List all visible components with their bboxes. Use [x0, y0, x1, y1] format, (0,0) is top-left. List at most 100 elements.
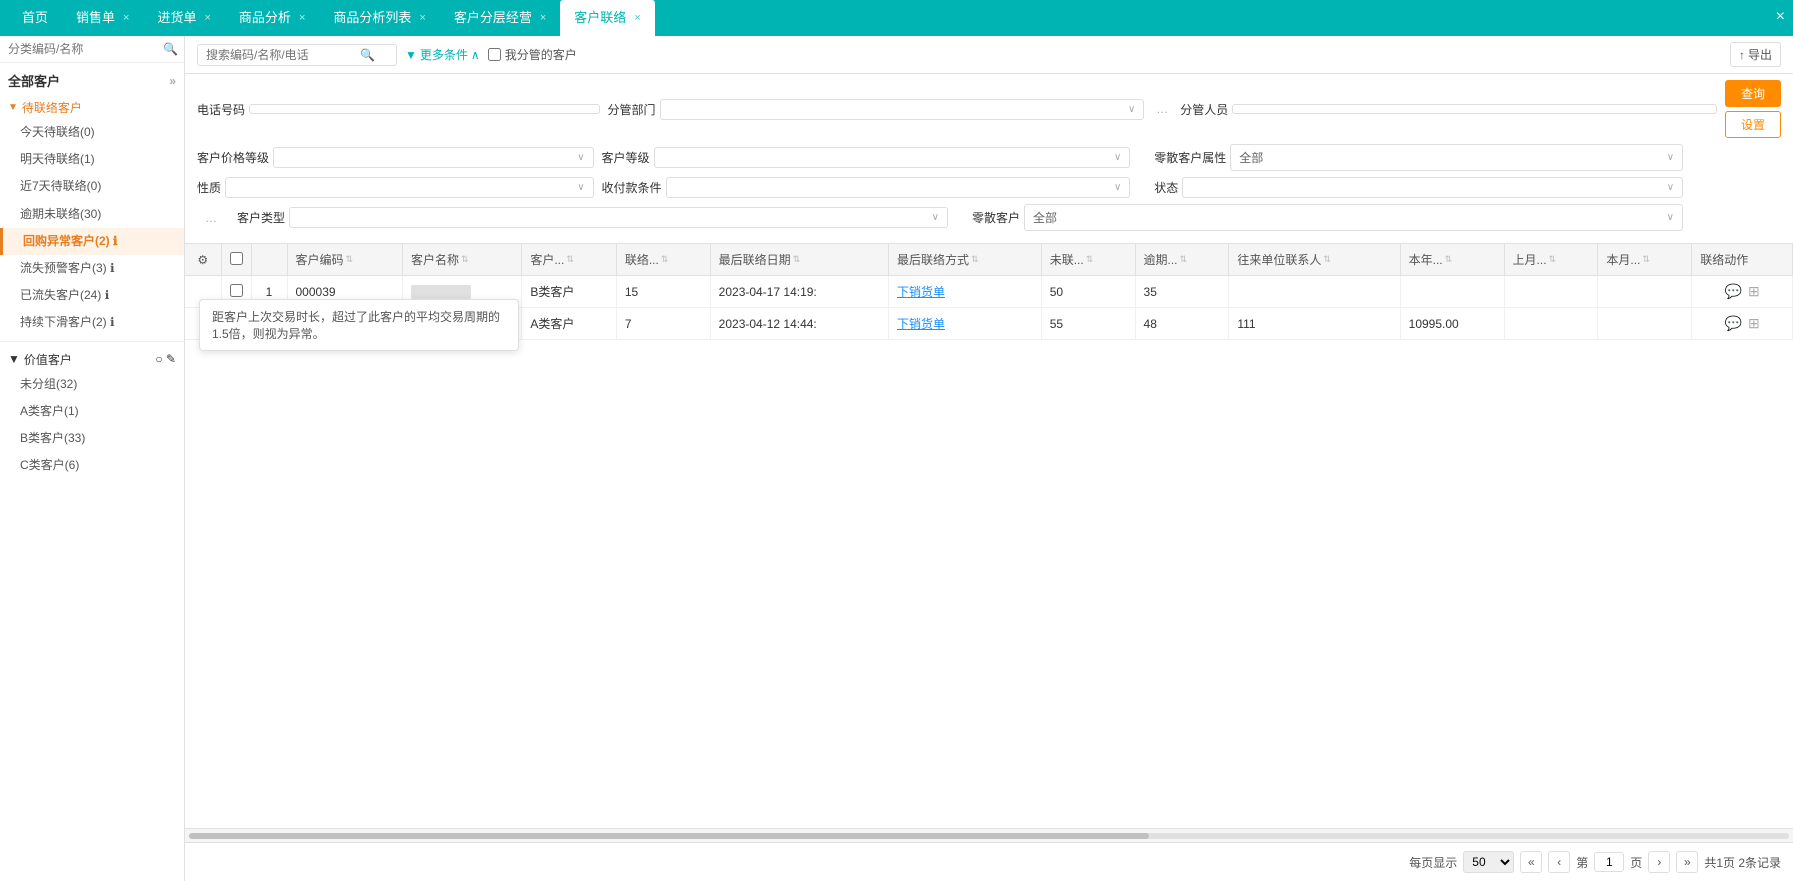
- search-input[interactable]: [206, 48, 356, 62]
- all-customers-label: 全部客户: [8, 71, 60, 90]
- row2-grid-icon[interactable]: ⊞: [1748, 315, 1760, 332]
- payment-dropdown[interactable]: ∨: [666, 177, 1131, 198]
- more-conditions-button[interactable]: ▼ 更多条件 ∧: [405, 46, 480, 63]
- my-customers-checkbox[interactable]: [488, 48, 501, 61]
- sidebar-all-customers-header: 全部客户 »: [0, 63, 184, 94]
- price-grade-label: 客户价格等级: [197, 149, 269, 166]
- sidebar-item-a-class[interactable]: A类客户(1): [0, 398, 184, 425]
- horizontal-scrollbar[interactable]: [185, 828, 1793, 842]
- sidebar-item-declining[interactable]: 持续下滑客户(2) ℹ: [0, 309, 184, 336]
- row2-chat-icon[interactable]: 💬: [1725, 315, 1742, 332]
- col-customer-name: 客户名称 ⇅: [403, 244, 522, 276]
- nav-purchase[interactable]: 进货单 ×: [143, 0, 224, 36]
- manager-dropdown[interactable]: [1232, 104, 1717, 114]
- last-page-button[interactable]: »: [1676, 851, 1698, 873]
- value-group-edit-icon[interactable]: ✎: [166, 352, 176, 366]
- sidebar-item-today[interactable]: 今天待联络(0): [0, 119, 184, 146]
- nav-home[interactable]: 首页: [8, 0, 62, 36]
- value-group-circle-icon[interactable]: ○: [155, 352, 162, 366]
- retail-attr-dropdown[interactable]: 全部 ∨: [1230, 144, 1683, 171]
- status-dropdown[interactable]: ∨: [1182, 177, 1683, 198]
- pagination-bar: 每页显示 50 20 100 « ‹ 第 页 › » 共1页 2条记录: [185, 842, 1793, 881]
- nav-product-list-close[interactable]: ×: [419, 0, 425, 36]
- nav-customer-contact[interactable]: 客户联络 ×: [560, 0, 654, 36]
- sidebar-search-icon[interactable]: 🔍: [163, 42, 178, 56]
- row1-this-year: [1400, 276, 1504, 308]
- total-label: 共1页 2条记录: [1704, 854, 1781, 871]
- nav-sales-close[interactable]: ×: [123, 0, 129, 36]
- export-button[interactable]: ↑ 导出: [1730, 42, 1781, 67]
- lost-info-icon[interactable]: ℹ: [105, 288, 110, 302]
- phone-input[interactable]: [249, 104, 600, 114]
- price-grade-dropdown[interactable]: ∨: [273, 147, 594, 168]
- filter-row-3: 性质 ∨ 收付款条件 ∨ 状态 ∨: [197, 177, 1781, 198]
- setting-button[interactable]: 设置: [1725, 111, 1781, 138]
- customer-type-dropdown[interactable]: ∨: [289, 207, 948, 228]
- row1-contact-method-link[interactable]: 下销货单: [897, 285, 945, 299]
- sidebar-value-group[interactable]: ▼ 价值客户 ○ ✎: [0, 346, 184, 371]
- row1-chat-icon[interactable]: 💬: [1725, 283, 1742, 300]
- sidebar-item-unclassified[interactable]: 未分组(32): [0, 371, 184, 398]
- select-all-checkbox[interactable]: [230, 252, 243, 265]
- date-sort-icon: ⇅: [793, 254, 801, 265]
- customer-grade-arrow: ∨: [1114, 152, 1121, 163]
- col-customer-code: 客户编码 ⇅: [287, 244, 403, 276]
- customer-grade-dropdown[interactable]: ∨: [654, 147, 1131, 168]
- scroll-track: [189, 833, 1789, 839]
- declining-info-icon[interactable]: ℹ: [110, 315, 115, 329]
- nav-product-analysis[interactable]: 商品分析 ×: [225, 0, 319, 36]
- nav-customer-contact-close[interactable]: ×: [634, 0, 640, 36]
- prev-page-button[interactable]: ‹: [1548, 851, 1570, 873]
- sidebar-item-7days[interactable]: 近7天待联络(0): [0, 173, 184, 200]
- nav-purchase-close[interactable]: ×: [204, 0, 210, 36]
- search-bar-icon[interactable]: 🔍: [360, 48, 375, 62]
- gender-dropdown[interactable]: ∨: [225, 177, 594, 198]
- per-page-select[interactable]: 50 20 100: [1463, 851, 1514, 873]
- retail-attr-arrow: ∨: [1667, 152, 1674, 163]
- sidebar-item-c-class[interactable]: C类客户(6): [0, 452, 184, 479]
- last-month-sort-icon: ⇅: [1549, 254, 1557, 265]
- first-page-button[interactable]: «: [1520, 851, 1542, 873]
- sidebar-item-abnormal[interactable]: 回购异常客户(2) ℹ: [0, 228, 184, 255]
- nav-customer-tier-close[interactable]: ×: [540, 0, 546, 36]
- row2-contact-method-link[interactable]: 下销货单: [897, 317, 945, 331]
- nav-product-analysis-list[interactable]: 商品分析列表 ×: [319, 0, 439, 36]
- sidebar-content: 全部客户 » ▼ 待联络客户 今天待联络(0) 明天待联络(1) 近7天待联络(…: [0, 63, 184, 881]
- row1-checkbox[interactable]: [230, 284, 243, 297]
- nav-sales[interactable]: 销售单 ×: [62, 0, 143, 36]
- sidebar-item-overdue[interactable]: 逾期未联络(30): [0, 201, 184, 228]
- col-settings[interactable]: ⚙: [185, 244, 221, 276]
- table-header-row: ⚙ 客户编码 ⇅ 客户名称: [185, 244, 1793, 276]
- sidebar-item-lost[interactable]: 已流失客户(24) ℹ: [0, 282, 184, 309]
- next-page-button[interactable]: ›: [1648, 851, 1670, 873]
- col-action: 联络动作: [1692, 244, 1793, 276]
- window-close-button[interactable]: ×: [1776, 8, 1785, 26]
- row1-unread: 50: [1041, 276, 1135, 308]
- dept-dropdown[interactable]: ∨: [660, 99, 1145, 120]
- query-button[interactable]: 查询: [1725, 80, 1781, 107]
- customer-type-label: 客户类型: [237, 209, 285, 226]
- sidebar-item-loss-warning[interactable]: 流失预警客户(3) ℹ: [0, 255, 184, 282]
- waiting-group-arrow: ▼: [8, 102, 18, 113]
- page-number-input[interactable]: [1594, 852, 1624, 872]
- sidebar-search-input[interactable]: [8, 42, 163, 56]
- row2-last-contact-date: 2023-04-12 14:44:: [710, 308, 888, 340]
- sidebar-item-tomorrow[interactable]: 明天待联络(1): [0, 146, 184, 173]
- col-check: [221, 244, 251, 276]
- abnormal-info-icon[interactable]: ℹ: [113, 234, 118, 248]
- nav-product-analysis-close[interactable]: ×: [299, 0, 305, 36]
- row1-last-contact-method: 下销货单: [888, 276, 1041, 308]
- retail-customer-dropdown[interactable]: 全部 ∨: [1024, 204, 1683, 231]
- code-sort-icon: ⇅: [346, 254, 354, 265]
- gender-label: 性质: [197, 179, 221, 196]
- sidebar-collapse-button[interactable]: »: [169, 74, 176, 88]
- sidebar-item-b-class[interactable]: B类客户(33): [0, 425, 184, 452]
- col-num: [251, 244, 287, 276]
- filter-ellipsis-4[interactable]: …: [201, 211, 221, 225]
- row1-grid-icon[interactable]: ⊞: [1748, 283, 1760, 300]
- loss-warning-icon[interactable]: ℹ: [110, 261, 115, 275]
- nav-customer-tier[interactable]: 客户分层经营 ×: [440, 0, 560, 36]
- sidebar-waiting-group[interactable]: ▼ 待联络客户: [0, 94, 184, 119]
- col-this-month: 本月... ⇅: [1598, 244, 1692, 276]
- filter-ellipsis-1[interactable]: …: [1152, 102, 1172, 116]
